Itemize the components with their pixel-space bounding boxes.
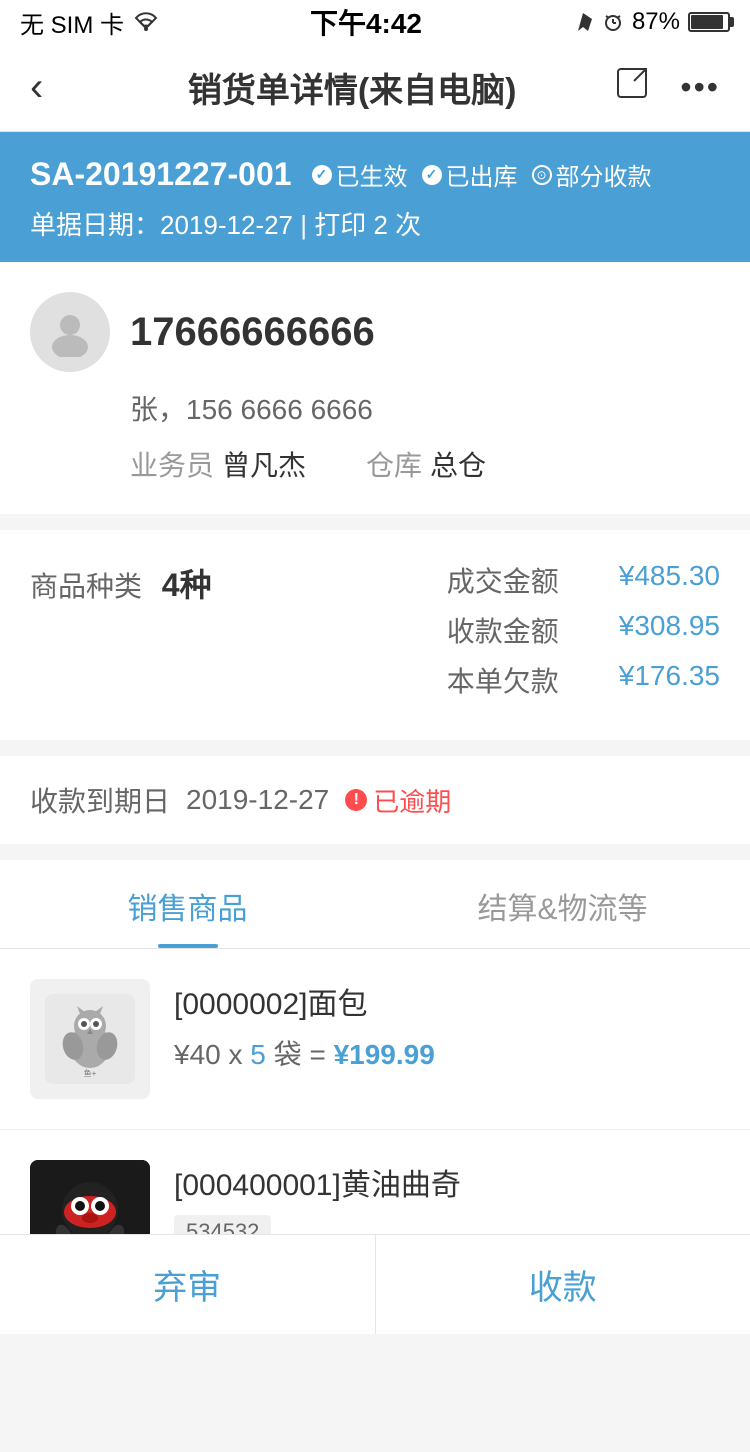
stats-right: 成交金额 ¥485.30 收款金额 ¥308.95 本单欠款 ¥176.35: [447, 560, 720, 710]
product-total-1: ¥199.99: [334, 1039, 435, 1070]
bottom-bar: 弃审 收款: [0, 1234, 750, 1334]
product-info-1: [0000002]面包 ¥40 x 5 袋 = ¥199.99: [174, 979, 720, 1073]
collect-payment-button[interactable]: 收款: [376, 1235, 750, 1334]
overdue-text: 已逾期: [373, 782, 451, 819]
warehouse-label: 仓库: [366, 444, 422, 484]
svg-text:鱼+: 鱼+: [84, 1068, 97, 1078]
order-date: 单据日期：2019-12-27 | 打印 2 次: [30, 205, 720, 242]
sales-value: 曾凡杰: [222, 444, 306, 484]
product-name-1: [0000002]面包: [174, 979, 720, 1023]
battery-icon: [688, 12, 730, 32]
page-title: 销货单详情(来自电脑): [188, 63, 517, 112]
customer-meta: 业务员 曾凡杰 仓库 总仓: [30, 444, 720, 484]
stats-section: 商品种类 4种 成交金额 ¥485.30 收款金额 ¥308.95 本单欠款 ¥…: [0, 530, 750, 740]
customer-row: 17666666666: [30, 292, 720, 372]
clock-icon: ⊙: [532, 165, 552, 185]
product-thumbnail-1: 鱼+: [30, 979, 150, 1099]
product-price-1: ¥40 x 5 袋 = ¥199.99: [174, 1033, 720, 1073]
customer-section: 17666666666 张，156 6666 6666 业务员 曾凡杰 仓库 总…: [0, 262, 750, 514]
status-badge-shipped: ✓ 已出库: [422, 157, 518, 192]
status-left: 无 SIM 卡: [20, 5, 160, 40]
check-icon-1: ✓: [312, 165, 332, 185]
sales-meta: 业务员 曾凡杰: [130, 444, 306, 484]
status-badge-partial: ⊙ 部分收款: [532, 157, 652, 192]
location-icon: [572, 11, 594, 33]
share-button[interactable]: [614, 65, 650, 110]
status-right: 87%: [572, 8, 730, 36]
due-date-section: 收款到期日 2019-12-27 ! 已逾期: [0, 756, 750, 844]
amount-row: 成交金额 ¥485.30: [447, 560, 720, 600]
owed-value: ¥176.35: [619, 660, 720, 700]
customer-id: 17666666666: [130, 310, 375, 355]
amount-value: ¥485.30: [619, 560, 720, 600]
product-name-2: [000400001]黄油曲奇: [174, 1160, 720, 1204]
back-button[interactable]: ‹: [30, 65, 90, 110]
owed-row: 本单欠款 ¥176.35: [447, 660, 720, 700]
tab-sales-products[interactable]: 销售商品: [0, 860, 375, 948]
avatar: [30, 292, 110, 372]
carrier-text: 无 SIM 卡: [20, 5, 124, 40]
warehouse-meta: 仓库 总仓: [366, 444, 486, 484]
more-button[interactable]: •••: [680, 69, 720, 106]
status-badges: ✓ 已生效 ✓ 已出库 ⊙ 部分收款: [312, 157, 652, 192]
cancel-audit-button[interactable]: 弃审: [0, 1235, 376, 1334]
received-value: ¥308.95: [619, 610, 720, 650]
order-id-row: SA-20191227-001 ✓ 已生效 ✓ 已出库 ⊙ 部分收款: [30, 156, 720, 193]
product-item: 鱼+ [0000002]面包 ¥40 x 5 袋 = ¥199.99: [0, 949, 750, 1130]
status-time: 下午4:42: [310, 2, 422, 42]
wifi-icon: [132, 12, 160, 32]
status-badge-active: ✓ 已生效: [312, 157, 408, 192]
due-date-label: 收款到期日: [30, 780, 170, 820]
alarm-icon: [602, 11, 624, 33]
tab-settlement[interactable]: 结算&物流等: [375, 860, 750, 948]
stats-type-value: 4种: [162, 567, 212, 603]
status-bar: 无 SIM 卡 下午4:42 87%: [0, 0, 750, 44]
overdue-icon: !: [345, 789, 367, 811]
nav-bar: ‹ 销货单详情(来自电脑) •••: [0, 44, 750, 132]
nav-actions: •••: [614, 65, 720, 110]
overdue-badge: ! 已逾期: [345, 782, 451, 819]
check-icon-2: ✓: [422, 165, 442, 185]
stats-left: 商品种类 4种: [30, 560, 212, 606]
received-row: 收款金额 ¥308.95: [447, 610, 720, 650]
order-id: SA-20191227-001: [30, 156, 292, 193]
warehouse-value: 总仓: [430, 444, 486, 484]
sales-label: 业务员: [130, 444, 214, 484]
tabs-section: 销售商品 结算&物流等: [0, 860, 750, 949]
battery-text: 87%: [632, 8, 680, 36]
due-date-value: 2019-12-27: [186, 784, 329, 816]
order-header: SA-20191227-001 ✓ 已生效 ✓ 已出库 ⊙ 部分收款 单据日期：…: [0, 132, 750, 262]
customer-contact: 张，156 6666 6666: [30, 388, 720, 428]
